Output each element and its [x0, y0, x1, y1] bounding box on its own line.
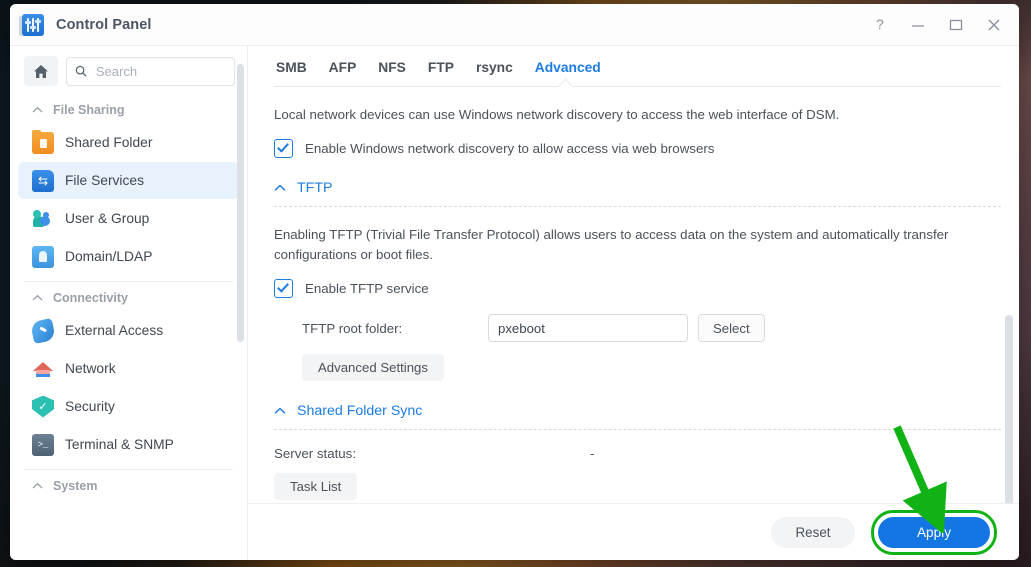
chevron-up-icon — [274, 407, 286, 415]
help-button[interactable]: ? — [861, 10, 899, 40]
tftp-enable-checkbox-row[interactable]: Enable TFTP service — [274, 279, 1001, 298]
tab-afp[interactable]: AFP — [329, 60, 374, 86]
sidebar-item-label: Network — [65, 361, 116, 376]
tftp-root-folder-label: TFTP root folder: — [302, 320, 403, 336]
sidebar-item-label: External Access — [65, 323, 164, 338]
search-box[interactable] — [66, 56, 235, 86]
sidebar-item-domain-ldap[interactable]: Domain/LDAP — [18, 238, 239, 275]
server-status-row: Server status: - — [274, 446, 1001, 461]
sidebar-item-label: Domain/LDAP — [65, 249, 153, 264]
server-status-label: Server status: — [274, 446, 357, 461]
external-access-icon — [29, 317, 57, 344]
tftp-root-folder-row: TFTP root folder: Select — [274, 314, 1001, 342]
tftp-root-folder-input[interactable] — [488, 314, 688, 342]
tftp-section-header[interactable]: TFTP — [274, 180, 1001, 196]
sidebar-scroll-area: File Sharing Shared Folder File Services… — [10, 46, 247, 560]
select-button[interactable]: Select — [698, 314, 765, 342]
window-title-bar: Control Panel ? — [10, 4, 1019, 46]
main-panel: SMB AFP NFS FTP rsync Advanced Local net… — [248, 46, 1019, 560]
reset-button[interactable]: Reset — [771, 516, 855, 548]
shared-folder-sync-section-header[interactable]: Shared Folder Sync — [274, 403, 1001, 419]
sidebar-group-label: System — [53, 479, 98, 493]
tab-rsync[interactable]: rsync — [476, 60, 530, 86]
search-input[interactable] — [93, 62, 226, 80]
windows-discovery-checkbox-row[interactable]: Enable Windows network discovery to allo… — [274, 139, 1001, 158]
svg-text:?: ? — [876, 17, 884, 32]
sidebar-item-label: Terminal & SNMP — [65, 437, 174, 452]
sidebar-group-label: File Sharing — [53, 103, 125, 117]
sidebar-group-label: Connectivity — [53, 291, 129, 305]
search-icon — [75, 65, 87, 77]
windows-discovery-checkbox-label: Enable Windows network discovery to allo… — [305, 141, 715, 156]
tab-advanced[interactable]: Advanced — [535, 60, 618, 86]
control-panel-icon — [22, 13, 44, 36]
sidebar-item-user-group[interactable]: User & Group — [18, 200, 239, 237]
sidebar-item-terminal-snmp[interactable]: Terminal & SNMP — [18, 426, 239, 463]
sidebar-item-shared-folder[interactable]: Shared Folder — [18, 124, 239, 161]
windows-discovery-description: Local network devices can use Windows ne… — [274, 107, 840, 122]
tftp-enable-checkbox[interactable] — [274, 279, 293, 298]
security-icon — [32, 395, 54, 418]
apply-button-highlight: Apply — [871, 509, 997, 555]
sidebar-item-label: Shared Folder — [65, 135, 153, 150]
chevron-up-icon — [274, 184, 286, 192]
window-body: File Sharing Shared Folder File Services… — [10, 46, 1019, 560]
sidebar-item-external-access[interactable]: External Access — [18, 312, 239, 349]
tab-smb[interactable]: SMB — [276, 60, 324, 86]
tftp-advanced-settings-row: Advanced Settings — [274, 354, 1001, 381]
sidebar-item-label: File Services — [65, 173, 144, 188]
server-status-value: - — [590, 446, 595, 461]
sidebar-item-label: User & Group — [65, 211, 150, 226]
tftp-description: Enabling TFTP (Trivial File Transfer Pro… — [274, 227, 949, 262]
sidebar-item-file-services[interactable]: File Services — [18, 162, 239, 199]
window-title: Control Panel — [56, 16, 152, 33]
minimize-button[interactable] — [899, 10, 937, 40]
tftp-section-divider — [274, 206, 1001, 207]
advanced-settings-button[interactable]: Advanced Settings — [302, 354, 444, 381]
sidebar: File Sharing Shared Folder File Services… — [10, 46, 248, 560]
sidebar-group-connectivity[interactable]: Connectivity — [10, 282, 247, 311]
windows-discovery-checkbox[interactable] — [274, 139, 293, 158]
chevron-up-icon — [32, 294, 43, 302]
tftp-section-title: TFTP — [297, 180, 333, 196]
user-group-icon — [32, 208, 54, 230]
sidebar-group-file-sharing[interactable]: File Sharing — [10, 94, 247, 123]
file-services-icon — [32, 169, 54, 192]
sidebar-scrollbar[interactable] — [237, 64, 244, 342]
terminal-snmp-icon — [32, 433, 54, 456]
sidebar-item-network[interactable]: Network — [18, 350, 239, 387]
settings-scroll-area: Local network devices can use Windows ne… — [248, 87, 1019, 503]
home-icon[interactable] — [24, 56, 58, 86]
tftp-enable-label: Enable TFTP service — [305, 281, 429, 296]
control-panel-window: Control Panel ? Search File Sharing Shar… — [10, 4, 1019, 560]
network-icon — [32, 358, 54, 380]
chevron-up-icon — [32, 106, 43, 114]
task-list-row: Task List — [274, 473, 1001, 500]
tab-nfs[interactable]: NFS — [378, 60, 423, 86]
footer-action-bar: Reset Apply — [248, 503, 1019, 560]
sidebar-item-security[interactable]: Security — [18, 388, 239, 425]
tab-bar: SMB AFP NFS FTP rsync Advanced — [248, 46, 1019, 86]
window-controls: ? — [861, 10, 1013, 40]
maximize-button[interactable] — [937, 10, 975, 40]
shared-folder-sync-divider — [274, 429, 1001, 430]
sidebar-group-system[interactable]: System — [10, 470, 247, 499]
sidebar-item-label: Security — [65, 399, 115, 414]
apply-button[interactable]: Apply — [878, 516, 990, 548]
task-list-button[interactable]: Task List — [274, 473, 358, 500]
tab-ftp[interactable]: FTP — [428, 60, 471, 86]
main-scrollbar[interactable] — [1005, 315, 1013, 503]
shared-folder-sync-title: Shared Folder Sync — [297, 403, 423, 419]
chevron-up-icon — [32, 482, 43, 490]
sidebar-search-row — [10, 46, 247, 94]
close-button[interactable] — [975, 10, 1013, 40]
domain-ldap-icon — [32, 245, 54, 268]
shared-folder-icon — [32, 129, 54, 154]
